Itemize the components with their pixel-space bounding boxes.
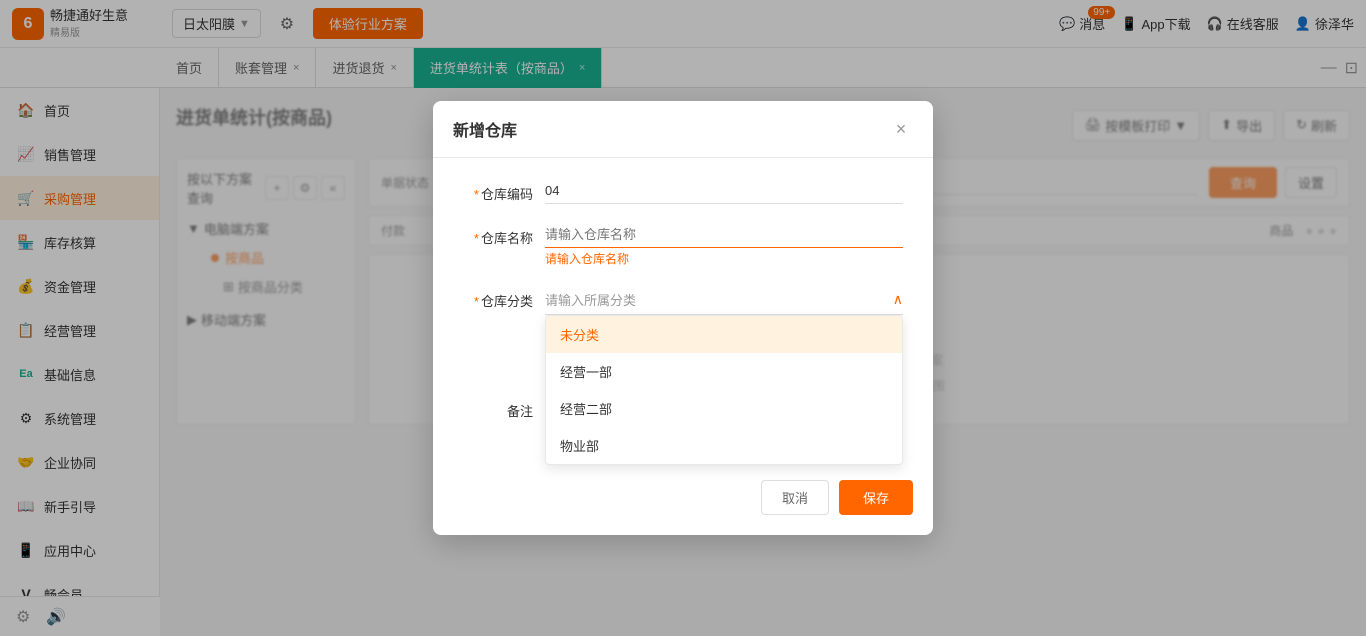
cancel-button[interactable]: 取消 (761, 480, 829, 515)
dialog-body: 仓库编码 仓库名称 请输入仓库名称 仓库分类 请输入所属分类 (433, 158, 933, 468)
dialog-title: 新增仓库 (453, 117, 517, 141)
dialog-close-button[interactable]: × (889, 117, 913, 141)
category-option-property[interactable]: 物业部 (546, 427, 902, 464)
category-option-unclassified[interactable]: 未分类 (546, 316, 902, 353)
warehouse-name-label: 仓库名称 (463, 222, 533, 247)
new-warehouse-dialog: 新增仓库 × 仓库编码 仓库名称 请输入仓库名称 仓库分类 (433, 101, 933, 535)
warehouse-category-dropdown[interactable]: 请输入所属分类 ∧ (545, 285, 903, 315)
warehouse-code-row: 仓库编码 (463, 178, 903, 204)
overlay: 新增仓库 × 仓库编码 仓库名称 请输入仓库名称 仓库分类 (0, 0, 1366, 636)
warehouse-name-row: 仓库名称 请输入仓库名称 (463, 222, 903, 267)
category-option-dept2[interactable]: 经营二部 (546, 390, 902, 427)
warehouse-code-control (545, 178, 903, 204)
dropdown-arrow-icon: ∧ (893, 291, 903, 308)
dialog-header: 新增仓库 × (433, 101, 933, 158)
save-button[interactable]: 保存 (839, 480, 913, 515)
warehouse-category-label: 仓库分类 (463, 285, 533, 310)
warehouse-category-row: 仓库分类 请输入所属分类 ∧ 未分类 经营一部 经营二部 物业部 (463, 285, 903, 315)
warehouse-category-control: 请输入所属分类 ∧ 未分类 经营一部 经营二部 物业部 (545, 285, 903, 315)
remark-label: 备注 (463, 395, 533, 420)
warehouse-code-input[interactable] (545, 178, 903, 204)
warehouse-name-error: 请输入仓库名称 (545, 250, 903, 267)
warehouse-name-input[interactable] (545, 222, 903, 248)
category-dropdown-list: 未分类 经营一部 经营二部 物业部 (545, 315, 903, 465)
category-option-dept1[interactable]: 经营一部 (546, 353, 902, 390)
warehouse-name-control: 请输入仓库名称 (545, 222, 903, 267)
warehouse-category-placeholder: 请输入所属分类 (545, 290, 636, 309)
warehouse-code-label: 仓库编码 (463, 178, 533, 203)
dialog-footer: 取消 保存 (433, 468, 933, 535)
